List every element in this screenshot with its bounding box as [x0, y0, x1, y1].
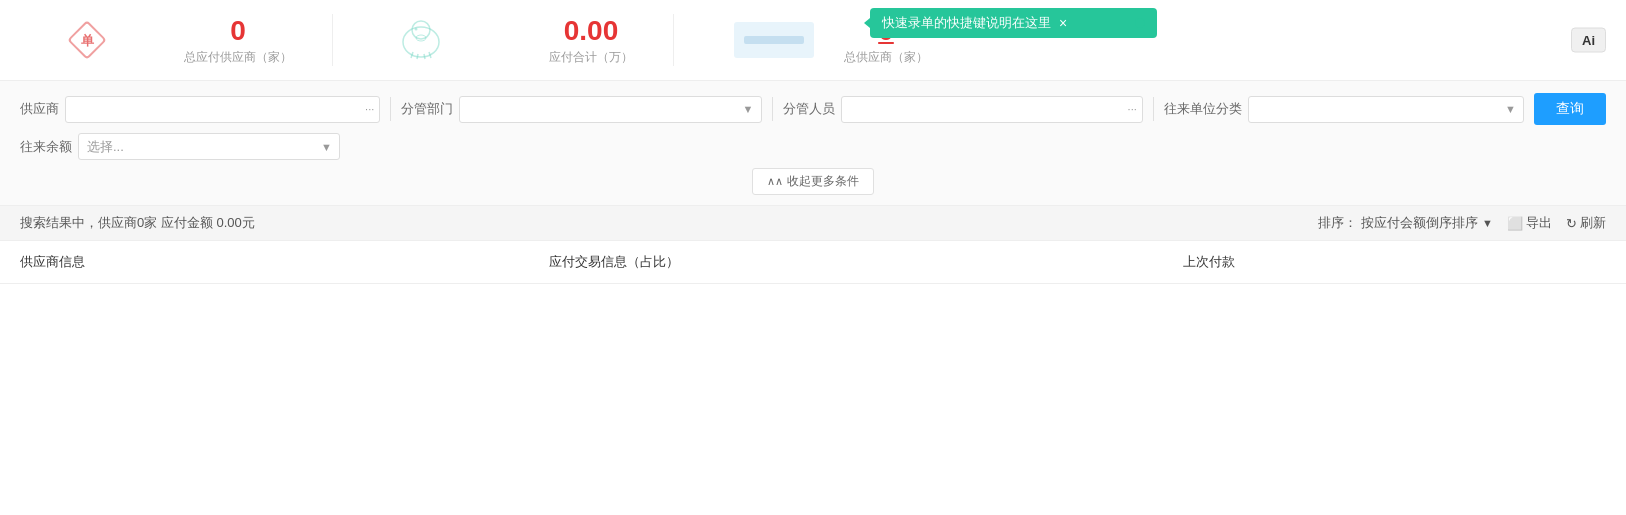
- svg-line-9: [429, 52, 431, 58]
- collapse-label: 收起更多条件: [787, 173, 859, 190]
- filter-unit-class: 往来单位分类 ▼: [1164, 96, 1524, 123]
- divider-2: [772, 97, 773, 121]
- refresh-button[interactable]: ↻ 刷新: [1566, 214, 1606, 232]
- person-dots-icon[interactable]: ···: [1128, 103, 1137, 115]
- refresh-icon: ↻: [1566, 216, 1577, 231]
- stat-total-payable: 0 总应付供应商（家）: [144, 14, 333, 67]
- svg-point-2: [403, 27, 439, 57]
- collapse-row: ∧∧ 收起更多条件: [20, 168, 1606, 195]
- stat-payable-total-value: 0.00: [564, 14, 619, 48]
- graphic-bar: [744, 36, 804, 44]
- person-label: 分管人员: [783, 100, 835, 118]
- piggy-icon: [393, 12, 449, 68]
- svg-line-7: [417, 54, 418, 59]
- balance-select-wrapper: 选择... ▼: [78, 133, 340, 160]
- filter-department: 分管部门 ▼: [401, 96, 761, 123]
- col-supplier-info-header: 供应商信息: [20, 253, 549, 271]
- col-last-payment-header: 上次付款: [1183, 253, 1606, 271]
- refresh-label: 刷新: [1580, 214, 1606, 232]
- filter-row-2: 往来余额 选择... ▼: [20, 133, 340, 160]
- tooltip-dot: [1135, 18, 1145, 28]
- sort-select[interactable]: 排序： 按应付会额倒序排序 ▼: [1318, 214, 1493, 232]
- results-actions: 排序： 按应付会额倒序排序 ▼ ⬜ 导出 ↻ 刷新: [1318, 214, 1606, 232]
- tooltip-close-btn[interactable]: ×: [1059, 15, 1067, 31]
- svg-text:单: 单: [81, 33, 95, 48]
- ai-badge: Ai: [1571, 28, 1606, 53]
- export-label: 导出: [1526, 214, 1552, 232]
- tooltip-line: [1067, 23, 1127, 24]
- unit-class-label: 往来单位分类: [1164, 100, 1242, 118]
- tooltip-text: 快速录单的快捷键说明在这里: [882, 14, 1051, 32]
- filter-bar: 供应商 ··· 分管部门 ▼ 分管人员 ···: [0, 81, 1626, 206]
- sort-dropdown-icon: ▼: [1482, 217, 1493, 229]
- piggy-area: [333, 12, 509, 68]
- supplier-graphic: [734, 22, 814, 58]
- sort-label: 排序：: [1318, 214, 1357, 232]
- person-input[interactable]: [841, 96, 1143, 123]
- col-transaction-header: 应付交易信息（占比）: [549, 253, 1183, 271]
- supplier-input-wrapper: ···: [65, 96, 380, 123]
- department-select-wrapper: ▼: [459, 96, 761, 123]
- filter-balance: 往来余额 选择... ▼: [20, 133, 340, 160]
- supplier-label: 供应商: [20, 100, 59, 118]
- stat-payable-total-label: 应付合计（万）: [549, 49, 633, 66]
- unit-class-select[interactable]: [1248, 96, 1524, 123]
- tooltip-bubble: 快速录单的快捷键说明在这里 ×: [870, 8, 1157, 38]
- balance-label: 往来余额: [20, 138, 72, 156]
- export-icon: ⬜: [1507, 216, 1523, 231]
- sort-value: 按应付会额倒序排序: [1361, 214, 1478, 232]
- table-header: 供应商信息 应付交易信息（占比） 上次付款: [0, 241, 1626, 284]
- stats-bar: 单 0 总应付供应商（家） 0.00 应付合计（万） 快速录单的快捷键说明在这里…: [0, 0, 1626, 81]
- export-button[interactable]: ⬜ 导出: [1507, 214, 1552, 232]
- filter-person: 分管人员 ···: [783, 96, 1143, 123]
- collapse-up-icon: ∧∧: [767, 175, 783, 188]
- svg-line-8: [424, 54, 425, 59]
- svg-line-6: [411, 52, 413, 58]
- ai-badge-label: Ai: [1582, 33, 1595, 48]
- filter-row-1: 供应商 ··· 分管部门 ▼ 分管人员 ···: [20, 93, 1606, 125]
- results-info: 搜索结果中，供应商0家 应付金额 0.00元: [20, 214, 255, 232]
- divider-1: [390, 97, 391, 121]
- content-area: [0, 284, 1626, 515]
- supplier-input[interactable]: [65, 96, 380, 123]
- logo-icon: 单: [60, 13, 114, 67]
- query-button[interactable]: 查询: [1534, 93, 1606, 125]
- stat-payable-total: 0.00 应付合计（万）: [509, 14, 674, 67]
- stat-total-payable-value: 0: [230, 14, 246, 48]
- svg-point-3: [412, 21, 430, 39]
- stat-total-suppliers-label: 总供应商（家）: [844, 49, 928, 66]
- collapse-button[interactable]: ∧∧ 收起更多条件: [752, 168, 874, 195]
- department-label: 分管部门: [401, 100, 453, 118]
- unit-class-select-wrapper: ▼: [1248, 96, 1524, 123]
- filter-supplier: 供应商 ···: [20, 96, 380, 123]
- person-input-wrapper: ···: [841, 96, 1143, 123]
- stat-total-payable-label: 总应付供应商（家）: [184, 49, 292, 66]
- logo-area: 单: [30, 13, 144, 67]
- department-select[interactable]: [459, 96, 761, 123]
- balance-select[interactable]: 选择...: [78, 133, 340, 160]
- supplier-dots-icon[interactable]: ···: [365, 103, 374, 115]
- divider-3: [1153, 97, 1154, 121]
- results-bar: 搜索结果中，供应商0家 应付金额 0.00元 排序： 按应付会额倒序排序 ▼ ⬜…: [0, 206, 1626, 241]
- svg-point-5: [415, 28, 418, 31]
